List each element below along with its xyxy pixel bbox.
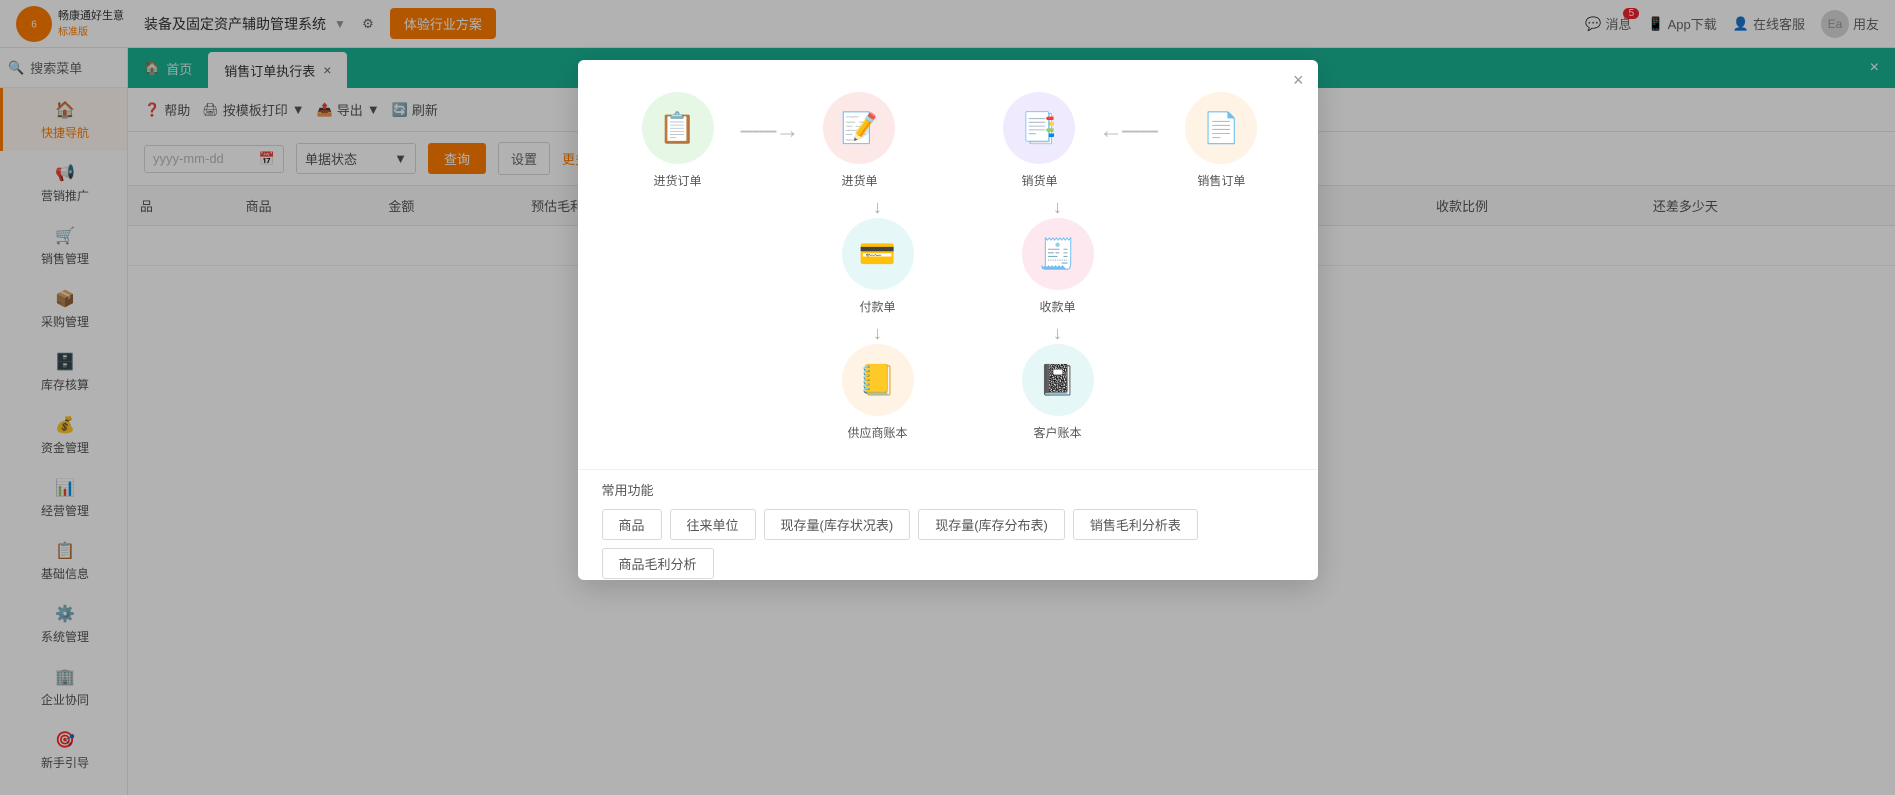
- flow-node-purchase-order[interactable]: 📋 进货订单: [618, 92, 738, 189]
- common-btn-stock-status[interactable]: 现存量(库存状况表): [764, 509, 911, 540]
- modal-overlay[interactable]: × 📋 进货订单 ‑‑‑‑‑‑→ 📝: [0, 0, 1895, 795]
- sales-order-label: 销售订单: [1197, 172, 1245, 189]
- common-btn-sales-gross[interactable]: 销售毛利分析表: [1073, 509, 1198, 540]
- quick-nav-modal: × 📋 进货订单 ‑‑‑‑‑‑→ 📝: [578, 60, 1318, 580]
- purchase-receipt-circle: 📝: [823, 92, 895, 164]
- customer-ledger-label: 客户账本: [1033, 424, 1081, 441]
- purchase-order-label: 进货订单: [653, 172, 701, 189]
- flow-diagram: 📋 进货订单 ‑‑‑‑‑‑→ 📝 进货单: [578, 60, 1318, 469]
- receipt-circle: 🧾: [1022, 218, 1094, 290]
- supplier-ledger-label: 供应商账本: [847, 424, 907, 441]
- arrow-down-pr: ↓: [818, 197, 938, 218]
- arrow-po-to-pr: ‑‑‑‑‑‑→: [740, 117, 798, 165]
- common-buttons-row: 商品 往来单位 现存量(库存状况表) 现存量(库存分布表) 销售毛利分析表 商品…: [602, 509, 1294, 579]
- sales-receipt-circle: 📑: [1003, 92, 1075, 164]
- receipt-label: 收款单: [1039, 298, 1075, 315]
- common-btn-goods-gross[interactable]: 商品毛利分析: [602, 548, 714, 579]
- flow-row-2: 💳 付款单 🧾 收款单: [618, 218, 1278, 315]
- arrow-down-rec: ↓: [998, 323, 1118, 344]
- flow-node-sales-receipt[interactable]: 📑 销货单: [979, 92, 1099, 189]
- arrow-so-to-sr: ‑‑‑‑‑‑→: [1101, 117, 1159, 165]
- flow-arrows-down-1: ↓ ↓: [618, 197, 1278, 218]
- arrow-down-sr: ↓: [998, 197, 1118, 218]
- flow-arrows-down-2: ↓ ↓: [618, 323, 1278, 344]
- flow-node-customer-ledger[interactable]: 📓 客户账本: [998, 344, 1118, 441]
- flow-node-purchase-receipt[interactable]: 📝 进货单: [799, 92, 919, 189]
- common-btn-partner[interactable]: 往来单位: [670, 509, 756, 540]
- flow-node-receipt[interactable]: 🧾 收款单: [998, 218, 1118, 315]
- flow-node-supplier-ledger[interactable]: 📒 供应商账本: [818, 344, 938, 441]
- customer-ledger-circle: 📓: [1022, 344, 1094, 416]
- sales-order-circle: 📄: [1185, 92, 1257, 164]
- payment-circle: 💳: [842, 218, 914, 290]
- purchase-order-circle: 📋: [642, 92, 714, 164]
- common-functions-title: 常用功能: [602, 480, 1294, 499]
- flow-row-1: 📋 进货订单 ‑‑‑‑‑‑→ 📝 进货单: [618, 92, 1278, 189]
- flow-node-sales-order[interactable]: 📄 销售订单: [1161, 92, 1281, 189]
- supplier-ledger-circle: 📒: [842, 344, 914, 416]
- sales-receipt-label: 销货单: [1021, 172, 1057, 189]
- common-btn-stock-dist[interactable]: 现存量(库存分布表): [918, 509, 1065, 540]
- modal-close-button[interactable]: ×: [1293, 70, 1304, 91]
- common-btn-goods[interactable]: 商品: [602, 509, 662, 540]
- flow-node-payment[interactable]: 💳 付款单: [818, 218, 938, 315]
- common-functions-section: 常用功能 商品 往来单位 现存量(库存状况表) 现存量(库存分布表) 销售毛利分…: [578, 469, 1318, 580]
- arrow-down-pay: ↓: [818, 323, 938, 344]
- payment-label: 付款单: [859, 298, 895, 315]
- purchase-receipt-label: 进货单: [841, 172, 877, 189]
- flow-row-3: 📒 供应商账本 📓 客户账本: [618, 344, 1278, 441]
